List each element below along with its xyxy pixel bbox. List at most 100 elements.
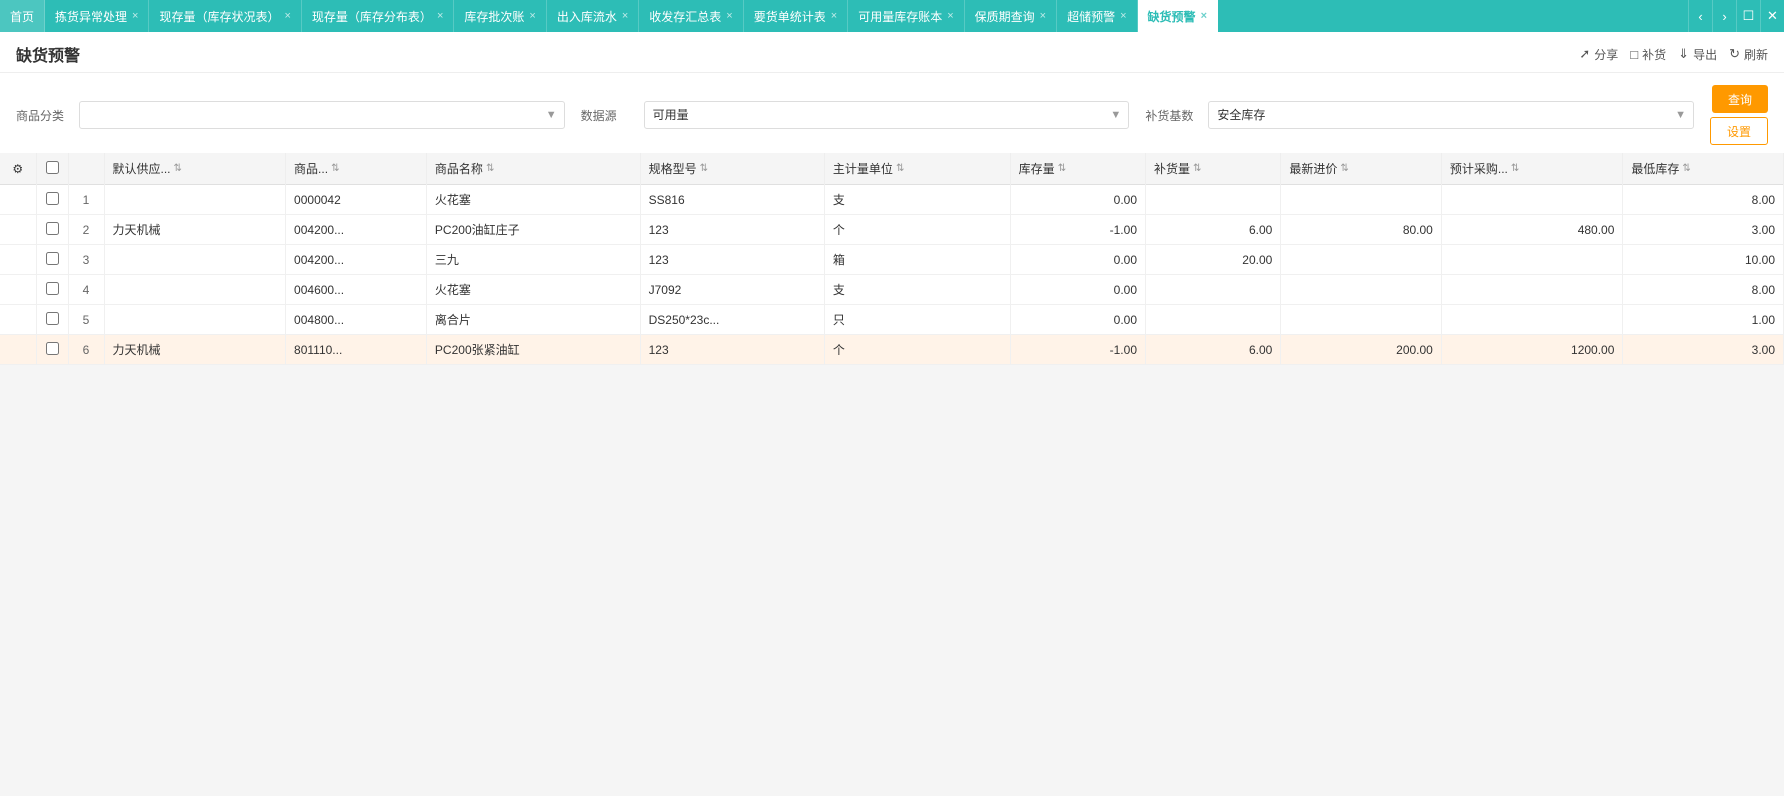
tab-close-icon[interactable]: ×: [726, 10, 732, 22]
td-checkbox: [36, 335, 68, 365]
tab-inventory-dist[interactable]: 现存量（库存分布表） ×: [302, 0, 454, 32]
td-min-stock: 10.00: [1623, 245, 1784, 275]
export-label: 导出: [1693, 46, 1717, 63]
tab-nav-buttons: ‹ › ☐ ✕: [1688, 0, 1784, 32]
commodity-class-select[interactable]: [79, 101, 565, 129]
td-product-name: 离合片: [426, 305, 640, 335]
sort-icon[interactable]: ⇅: [1340, 163, 1348, 174]
sort-icon[interactable]: ⇅: [896, 163, 904, 174]
tab-requisition[interactable]: 要货单统计表 ×: [744, 0, 848, 32]
tab-close-icon[interactable]: ×: [529, 10, 535, 22]
td-replenish-qty: 6.00: [1146, 215, 1281, 245]
tab-close-icon[interactable]: ×: [284, 10, 290, 22]
tab-summary[interactable]: 收发存汇总表 ×: [639, 0, 743, 32]
td-replenish-qty: [1146, 305, 1281, 335]
table-container: ⚙ 默认供应... ⇅ 商品...: [0, 153, 1784, 365]
row-checkbox[interactable]: [46, 252, 59, 265]
td-main-unit: 个: [824, 215, 1010, 245]
tab-close-all-button[interactable]: ✕: [1760, 0, 1784, 32]
main-content: 缺货预警 ➚ 分享 □ 补货 ⇓ 导出 ↻ 刷新 商品分类: [0, 32, 1784, 365]
tab-close-icon[interactable]: ×: [132, 10, 138, 22]
th-latest-price: 最新进价 ⇅: [1281, 153, 1442, 185]
settings-button[interactable]: 设置: [1710, 117, 1768, 145]
tab-inventory-status[interactable]: 现存量（库存状况表） ×: [149, 0, 301, 32]
th-spec-model-label: 规格型号: [649, 160, 697, 177]
tab-close-icon[interactable]: ×: [437, 10, 443, 22]
td-product-code: 004600...: [286, 275, 427, 305]
th-default-supplier-label: 默认供应...: [113, 160, 171, 177]
td-default-supplier: [104, 305, 286, 335]
td-estimated-purchase: 480.00: [1441, 215, 1623, 245]
sort-icon[interactable]: ⇅: [174, 163, 182, 174]
tab-expiry-query[interactable]: 保质期查询 ×: [965, 0, 1057, 32]
th-checkbox: [36, 153, 68, 185]
td-product-code: 0000042: [286, 185, 427, 215]
th-product-code: 商品... ⇅: [286, 153, 427, 185]
td-default-supplier: [104, 245, 286, 275]
row-checkbox[interactable]: [46, 342, 59, 355]
tab-next-button[interactable]: ›: [1712, 0, 1736, 32]
page-title: 缺货预警: [16, 42, 80, 66]
replenish-base-select-wrapper: 安全库存 最低库存 ▼: [1208, 101, 1694, 129]
replenish-button[interactable]: □ 补货: [1630, 46, 1666, 63]
tab-close-icon[interactable]: ×: [947, 10, 953, 22]
td-default-supplier: [104, 275, 286, 305]
sort-icon[interactable]: ⇅: [700, 163, 708, 174]
td-checkbox: [36, 185, 68, 215]
td-latest-price: [1281, 245, 1442, 275]
row-checkbox[interactable]: [46, 282, 59, 295]
td-stock-qty: 0.00: [1010, 275, 1145, 305]
filter-group-commodity: 商品分类 ▼: [16, 101, 565, 129]
tab-close-icon[interactable]: ×: [1120, 10, 1126, 22]
refresh-icon: ↻: [1729, 46, 1740, 62]
tab-close-icon[interactable]: ×: [1201, 10, 1207, 22]
refresh-label: 刷新: [1744, 46, 1768, 63]
sort-icon[interactable]: ⇅: [486, 163, 494, 174]
data-source-select[interactable]: 可用量 库存量: [644, 101, 1130, 129]
tab-overstock-warning[interactable]: 超储预警 ×: [1057, 0, 1137, 32]
tab-close-icon[interactable]: ×: [622, 10, 628, 22]
tab-close-icon[interactable]: ×: [831, 10, 837, 22]
tab-flow[interactable]: 出入库流水 ×: [547, 0, 639, 32]
data-source-select-wrapper: 可用量 库存量 ▼: [644, 101, 1130, 129]
td-spec-model: 123: [640, 215, 824, 245]
th-min-stock: 最低库存 ⇅: [1623, 153, 1784, 185]
replenish-base-select[interactable]: 安全库存 最低库存: [1208, 101, 1694, 129]
query-button[interactable]: 查询: [1712, 85, 1768, 113]
th-estimated-purchase: 预计采购... ⇅: [1441, 153, 1623, 185]
tab-close-icon[interactable]: ×: [1040, 10, 1046, 22]
tab-label: 拣货异常处理: [55, 8, 127, 25]
sort-icon[interactable]: ⇅: [331, 163, 339, 174]
td-replenish-qty: [1146, 185, 1281, 215]
shortage-table: ⚙ 默认供应... ⇅ 商品...: [0, 153, 1784, 365]
td-stock-qty: 0.00: [1010, 245, 1145, 275]
refresh-button[interactable]: ↻ 刷新: [1729, 46, 1768, 63]
row-checkbox[interactable]: [46, 192, 59, 205]
td-product-code: 801110...: [286, 335, 427, 365]
tab-picking[interactable]: 拣货异常处理 ×: [45, 0, 149, 32]
td-index: 4: [68, 275, 104, 305]
tab-shortage-warning[interactable]: 缺货预警 ×: [1138, 0, 1218, 32]
replenish-icon: □: [1630, 47, 1638, 62]
share-button[interactable]: ➚ 分享: [1579, 46, 1618, 63]
row-checkbox[interactable]: [46, 312, 59, 325]
select-all-checkbox[interactable]: [46, 161, 59, 174]
sort-icon[interactable]: ⇅: [1511, 163, 1519, 174]
filter-group-replenish-base: 补货基数 安全库存 最低库存 ▼: [1145, 101, 1694, 129]
filter-group-datasource: 数据源 可用量 库存量 ▼: [581, 101, 1130, 129]
tab-home[interactable]: 首页: [0, 0, 45, 32]
td-product-name: 火花塞: [426, 275, 640, 305]
sort-icon[interactable]: ⇅: [1682, 163, 1690, 174]
sort-icon[interactable]: ⇅: [1058, 163, 1066, 174]
tab-available-ledger[interactable]: 可用量库存账本 ×: [848, 0, 964, 32]
tab-batch-account[interactable]: 库存批次账 ×: [454, 0, 546, 32]
export-button[interactable]: ⇓ 导出: [1678, 46, 1717, 63]
td-checkbox: [36, 275, 68, 305]
td-settings: [0, 245, 36, 275]
tab-restore-button[interactable]: ☐: [1736, 0, 1760, 32]
row-checkbox[interactable]: [46, 222, 59, 235]
sort-icon[interactable]: ⇅: [1193, 163, 1201, 174]
th-latest-price-label: 最新进价: [1289, 160, 1337, 177]
tab-prev-button[interactable]: ‹: [1688, 0, 1712, 32]
settings-gear-icon[interactable]: ⚙: [12, 162, 23, 176]
